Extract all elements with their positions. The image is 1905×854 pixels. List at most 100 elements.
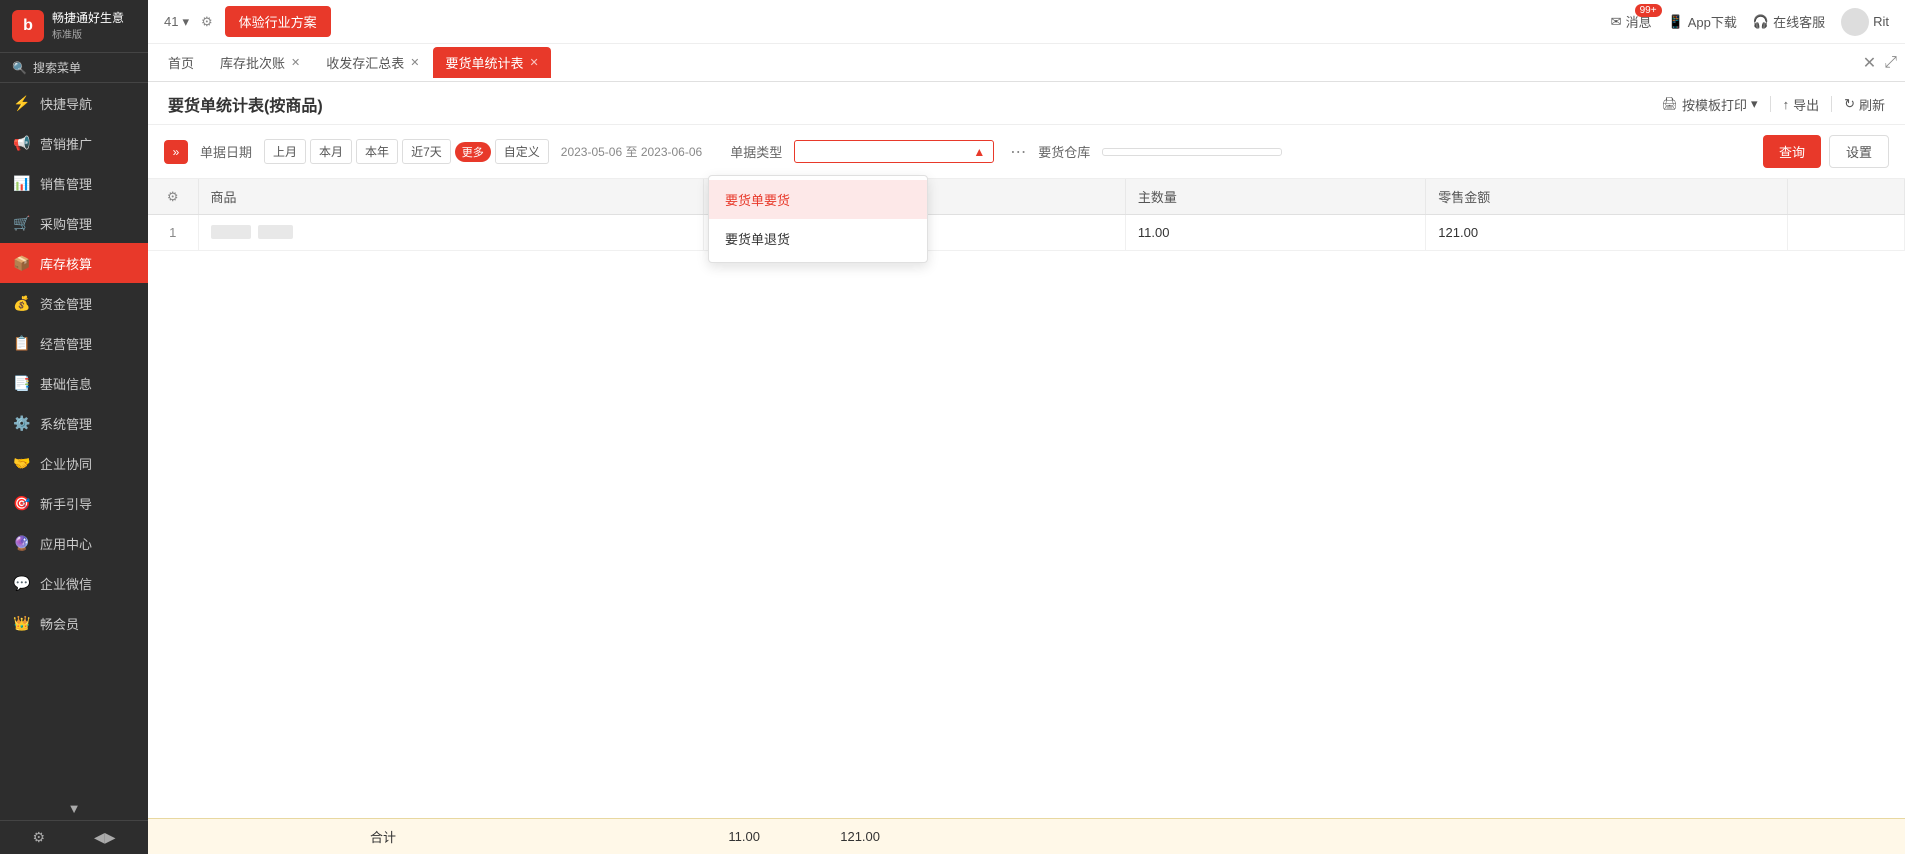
last-month-btn[interactable]: 上月	[264, 139, 306, 164]
select-arrow-icon: ▲	[973, 145, 985, 159]
settings-bottom-icon[interactable]: ⚙	[32, 829, 45, 846]
company-selector[interactable]: 41 ▾	[164, 14, 189, 30]
print-button[interactable]: 🖨 按模板打印 ▾	[1662, 95, 1758, 114]
sidebar-item-wechat[interactable]: 💬 企业微信	[0, 563, 148, 603]
page-header: 要货单统计表(按商品) 🖨 按模板打印 ▾ ↑ 导出 ↻ 刷新	[148, 82, 1905, 125]
table-container: ⚙ 商品 主计量单位 主数量 零售金额 1 块	[148, 179, 1905, 818]
more-options-icon[interactable]: ⋯	[1010, 142, 1026, 162]
col-extra	[1787, 179, 1904, 215]
row-amount: 121.00	[1426, 215, 1787, 251]
filter-expand-button[interactable]: »	[164, 140, 188, 164]
goods-placeholder2	[258, 225, 293, 239]
sidebar-scroll-down[interactable]: ▼	[0, 797, 148, 820]
tab-order-stat[interactable]: 要货单统计表 ✕	[433, 47, 550, 78]
dropdown-arrow-icon: ▾	[182, 14, 189, 30]
main-content: 41 ▾ ⚙ 体验行业方案 ✉ 消息 99+ 📱 App下载 🎧 在线客服 R	[148, 0, 1905, 854]
sidebar-item-purchase[interactable]: 🛒 采购管理	[0, 203, 148, 243]
system-icon: ⚙️	[12, 413, 32, 433]
tab-summary[interactable]: 收发存汇总表 ✕	[314, 47, 431, 78]
sidebar-item-finance[interactable]: 💰 资金管理	[0, 283, 148, 323]
topbar-gear-icon[interactable]: ⚙	[201, 14, 213, 30]
footer-label: 合计	[370, 827, 450, 846]
data-table: ⚙ 商品 主计量单位 主数量 零售金额 1 块	[148, 179, 1905, 251]
refresh-icon: ↻	[1844, 96, 1855, 112]
sidebar-item-inventory[interactable]: 📦 库存核算	[0, 243, 148, 283]
sales-icon: 📊	[12, 173, 32, 193]
query-button[interactable]: 查询	[1763, 135, 1821, 168]
page-title: 要货单统计表(按商品)	[168, 92, 323, 116]
sidebar-item-guide[interactable]: 🎯 新手引导	[0, 483, 148, 523]
divider	[1770, 96, 1771, 112]
enterprise-icon: 🤝	[12, 453, 32, 473]
type-select[interactable]: ▲	[794, 140, 994, 163]
this-month-btn[interactable]: 本月	[310, 139, 352, 164]
column-settings-icon[interactable]: ⚙	[167, 189, 179, 204]
table-footer: 合计 11.00 121.00	[148, 818, 1905, 854]
sidebar-item-sales[interactable]: 📊 销售管理	[0, 163, 148, 203]
print-dropdown-icon: ▾	[1751, 96, 1758, 112]
sidebar-item-enterprise[interactable]: 🤝 企业协同	[0, 443, 148, 483]
export-button[interactable]: ↑ 导出	[1783, 95, 1820, 114]
settings-button[interactable]: 设置	[1829, 135, 1889, 168]
tab-close-summary[interactable]: ✕	[410, 56, 419, 69]
sidebar: b 畅捷通好生意 标准版 🔍 搜索菜单 ⚡ 快捷导航 📢 营销推广 📊 销售管理…	[0, 0, 148, 854]
close-tab-icon[interactable]: ✕	[1863, 53, 1876, 73]
sidebar-item-quick-nav[interactable]: ⚡ 快捷导航	[0, 83, 148, 123]
logo-text: 畅捷通好生意 标准版	[52, 11, 124, 42]
sidebar-search[interactable]: 🔍 搜索菜单	[0, 53, 148, 83]
app-download-btn[interactable]: 📱 App下载	[1668, 12, 1737, 31]
sidebar-item-app-center[interactable]: 🔮 应用中心	[0, 523, 148, 563]
col-settings[interactable]: ⚙	[148, 179, 198, 215]
purchase-icon: 🛒	[12, 213, 32, 233]
col-goods: 商品	[198, 179, 703, 215]
tab-close-batch[interactable]: ✕	[291, 56, 300, 69]
row-extra	[1787, 215, 1904, 251]
guide-icon: 🎯	[12, 493, 32, 513]
warehouse-select[interactable]	[1102, 148, 1282, 156]
message-icon: ✉	[1611, 14, 1622, 30]
collapse-icon[interactable]: ◀▶	[94, 829, 116, 846]
sidebar-item-basic-info[interactable]: 📑 基础信息	[0, 363, 148, 403]
logo-icon: b	[12, 10, 44, 42]
date-label: 单据日期	[200, 142, 252, 161]
dropdown-option-order-goods[interactable]: 要货单要货	[709, 180, 927, 219]
online-service-btn[interactable]: 🎧 在线客服	[1753, 12, 1825, 31]
tab-home[interactable]: 首页	[156, 47, 206, 78]
tabbar: 首页 库存批次账 ✕ 收发存汇总表 ✕ 要货单统计表 ✕ ✕ ⤢	[148, 44, 1905, 82]
type-select-input[interactable]	[803, 144, 973, 159]
type-label: 单据类型	[730, 142, 782, 161]
row-quantity: 11.00	[1125, 215, 1425, 251]
industry-plan-button[interactable]: 体验行业方案	[225, 6, 331, 37]
expand-tab-icon[interactable]: ⤢	[1884, 54, 1897, 72]
more-dates-btn[interactable]: 更多	[455, 142, 491, 162]
filter-bar: » 单据日期 上月 本月 本年 近7天 更多 自定义 2023-05-06 至 …	[148, 125, 1905, 179]
print-icon: 🖨	[1662, 96, 1679, 112]
refresh-button[interactable]: ↻ 刷新	[1844, 95, 1885, 114]
row-goods	[198, 215, 703, 251]
app-logo: b 畅捷通好生意 标准版	[0, 0, 148, 53]
last-7d-btn[interactable]: 近7天	[402, 139, 451, 164]
dropdown-option-order-return[interactable]: 要货单退货	[709, 219, 927, 258]
sidebar-item-operations[interactable]: 📋 经营管理	[0, 323, 148, 363]
sidebar-nav: ⚡ 快捷导航 📢 营销推广 📊 销售管理 🛒 采购管理 📦 库存核算 💰 资金管…	[0, 83, 148, 797]
tab-close-order-stat[interactable]: ✕	[530, 56, 539, 69]
divider2	[1831, 96, 1832, 112]
tabbar-controls: ✕ ⤢	[1863, 53, 1897, 73]
goods-placeholder1	[211, 225, 251, 239]
topbar: 41 ▾ ⚙ 体验行业方案 ✉ 消息 99+ 📱 App下载 🎧 在线客服 R	[148, 0, 1905, 44]
sidebar-item-member[interactable]: 👑 畅会员	[0, 603, 148, 643]
messages-btn[interactable]: ✉ 消息 99+	[1611, 12, 1652, 31]
custom-date-btn[interactable]: 自定义	[495, 139, 549, 164]
export-icon: ↑	[1783, 97, 1790, 112]
sidebar-item-system[interactable]: ⚙️ 系统管理	[0, 403, 148, 443]
app-center-icon: 🔮	[12, 533, 32, 553]
sidebar-item-marketing[interactable]: 📢 营销推广	[0, 123, 148, 163]
user-avatar-btn[interactable]: Rit	[1841, 8, 1889, 36]
member-icon: 👑	[12, 613, 32, 633]
tab-batch[interactable]: 库存批次账 ✕	[208, 47, 312, 78]
this-year-btn[interactable]: 本年	[356, 139, 398, 164]
filter-actions: 查询 设置	[1763, 135, 1889, 168]
row-seq: 1	[148, 215, 198, 251]
table-row: 1 块 11.00 121.00	[148, 215, 1905, 251]
date-shortcuts: 上月 本月 本年 近7天 更多 自定义	[264, 139, 549, 164]
